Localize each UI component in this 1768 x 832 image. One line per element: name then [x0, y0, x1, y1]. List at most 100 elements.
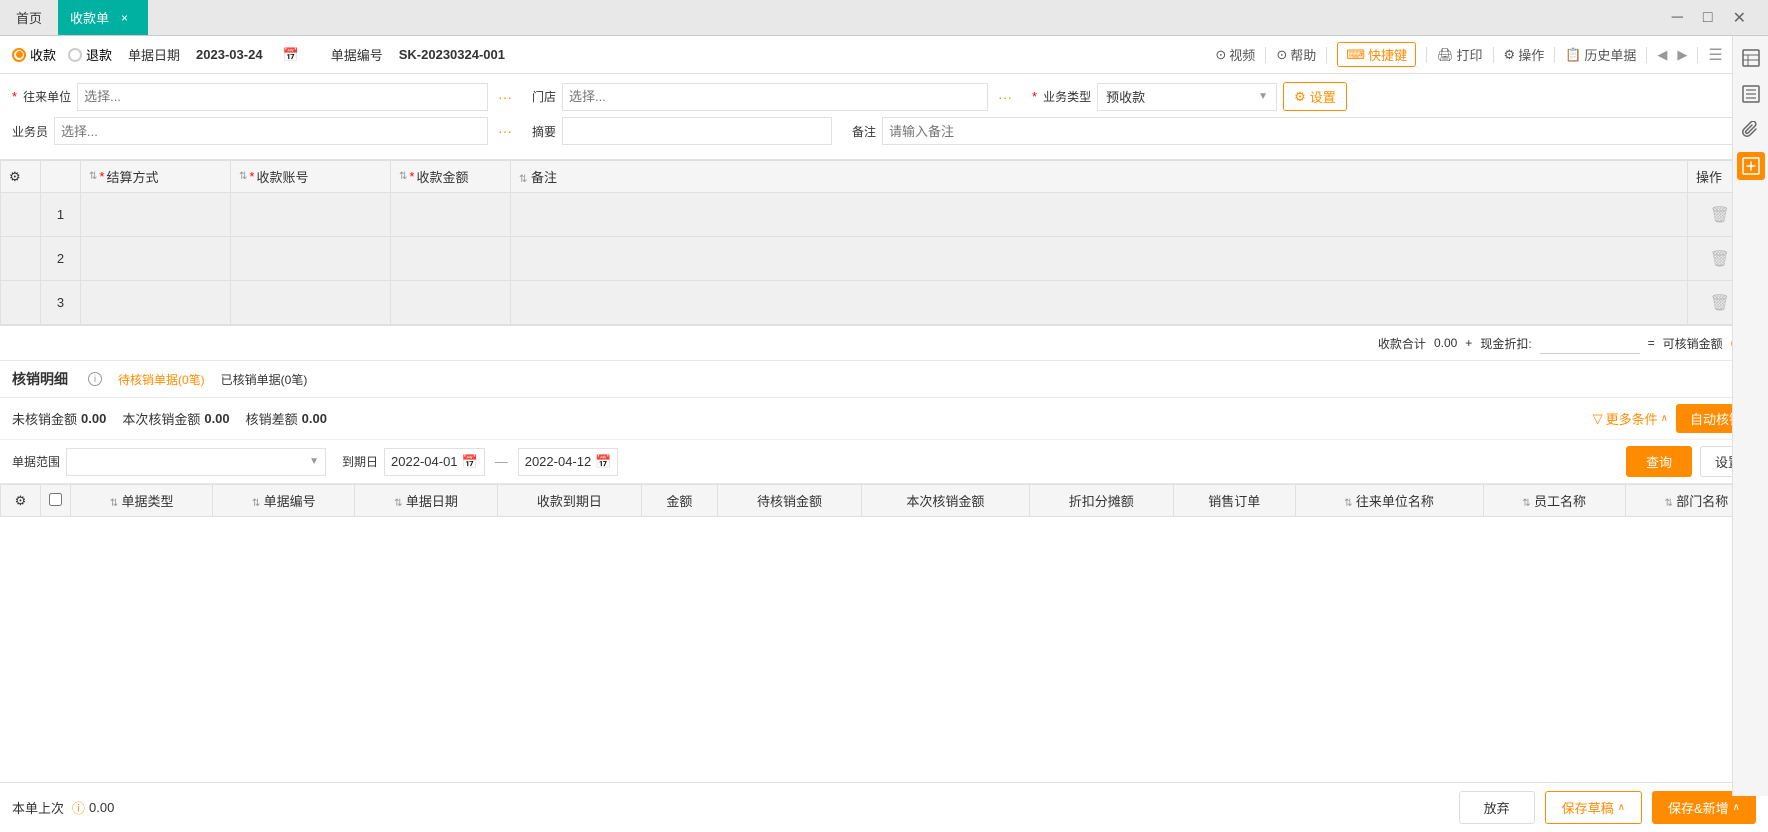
staff-input[interactable]: [54, 117, 488, 145]
summary-input[interactable]: [562, 117, 832, 145]
setting-gear-icon: ⚙: [1294, 89, 1306, 105]
doc-number-sort[interactable]: ⇅: [252, 498, 260, 509]
counterpart-input[interactable]: [77, 83, 488, 111]
row1-remark[interactable]: [511, 193, 1688, 237]
total-label: 收款合计: [1378, 335, 1426, 352]
row2-remark[interactable]: [511, 237, 1688, 281]
operation-btn[interactable]: ⚙ 操作: [1504, 45, 1545, 64]
calendar-icon[interactable]: 📅: [283, 47, 299, 63]
account-sort-icon[interactable]: ⇅: [239, 171, 247, 182]
row3-amount[interactable]: [391, 281, 511, 325]
counterpart-sort[interactable]: ⇅: [1344, 498, 1352, 509]
staff-sort[interactable]: ⇅: [1522, 498, 1530, 509]
verifiable-label: 可核销金额: [1663, 335, 1723, 352]
sidebar-expand-icon[interactable]: [1737, 152, 1765, 180]
row2-amount[interactable]: [391, 237, 511, 281]
select-all-checkbox[interactable]: [49, 493, 62, 506]
total-value: 0.00: [1434, 336, 1457, 350]
amount-sort-icon[interactable]: ⇅: [399, 171, 407, 182]
tab-active[interactable]: 收款单 ×: [58, 0, 148, 35]
row2-delete-icon[interactable]: 🗑: [1710, 249, 1730, 269]
radio-refund[interactable]: 退款: [68, 45, 112, 64]
row1-gear: [1, 193, 41, 237]
help-btn[interactable]: ⊙ 帮助: [1276, 45, 1316, 64]
tab-bar: 首页 收款单 × ─ □ ✕: [0, 0, 1768, 36]
tab-active-label: 收款单: [70, 8, 109, 27]
sidebar-table-icon[interactable]: [1737, 44, 1765, 72]
settle-sort-icon[interactable]: ⇅: [89, 171, 97, 182]
shortcut-btn[interactable]: ⌨ 快捷键: [1337, 42, 1416, 67]
current-stat: 本次核销金额 0.00: [122, 409, 229, 428]
doc-range-select[interactable]: ▼: [66, 448, 326, 476]
date-to-picker[interactable]: 2022-04-12 📅: [518, 448, 619, 476]
table-settings-header[interactable]: ⚙: [1, 161, 41, 193]
plus-sign: +: [1465, 336, 1472, 350]
row1-delete-icon[interactable]: 🗑: [1710, 205, 1730, 225]
staff-more-btn[interactable]: ···: [498, 123, 512, 139]
done-tab[interactable]: 已核销单据(0笔): [221, 371, 308, 388]
next-icon[interactable]: ▶: [1677, 47, 1687, 63]
bottom-info-icon[interactable]: ⓘ: [72, 798, 85, 817]
help-label: 帮助: [1290, 45, 1316, 64]
video-label: 视频: [1229, 45, 1255, 64]
calendar-from-icon: 📅: [462, 454, 478, 470]
save-new-arrow: ∧: [1733, 802, 1740, 813]
content-wrapper: 收款 退款 单据日期 2023-03-24 📅 单据编号 SK-20230324…: [0, 36, 1768, 832]
business-type-select[interactable]: 预收款 ▼: [1097, 83, 1277, 111]
row3-account[interactable]: [231, 281, 391, 325]
form-row-2: 业务员 ··· 摘要 备注: [12, 117, 1756, 145]
bottom-gear-header[interactable]: ⚙: [1, 485, 41, 517]
minimize-button[interactable]: ─: [1666, 7, 1689, 29]
counterpart-star: *: [12, 89, 17, 104]
history-btn[interactable]: 📋 历史单据: [1565, 45, 1636, 64]
radio-circle-refund: [68, 48, 82, 62]
date-from-picker[interactable]: 2022-04-01 📅: [384, 448, 485, 476]
summary-group: 摘要: [532, 117, 832, 145]
doc-type-sort[interactable]: ⇅: [110, 498, 118, 509]
remark-sort-icon[interactable]: ⇅: [519, 174, 527, 185]
print-btn[interactable]: 🖨 打印: [1437, 45, 1483, 64]
bottom-checkbox-header[interactable]: [41, 485, 71, 517]
setting-button[interactable]: ⚙ 设置: [1283, 82, 1347, 111]
radio-receive[interactable]: 收款: [12, 45, 56, 64]
store-group: 门店 ···: [532, 83, 1012, 111]
row1-settle[interactable]: [81, 193, 231, 237]
row3-delete-icon[interactable]: 🗑: [1710, 293, 1730, 313]
diff-label: 核销差额: [246, 409, 298, 428]
main-content: 收款 退款 单据日期 2023-03-24 📅 单据编号 SK-20230324…: [0, 36, 1768, 832]
dept-sort[interactable]: ⇅: [1664, 498, 1672, 509]
staff-label: 业务员: [12, 123, 48, 140]
list-view-icon[interactable]: ☰: [1708, 45, 1722, 65]
tab-close-icon[interactable]: ×: [117, 9, 132, 27]
video-btn[interactable]: ⊙ 视频: [1215, 45, 1255, 64]
remark-input[interactable]: [882, 117, 1756, 145]
tab-home[interactable]: 首页: [0, 0, 58, 35]
row3-remark[interactable]: [511, 281, 1688, 325]
pending-tab[interactable]: 待核销单据(0笔): [118, 371, 205, 388]
store-input[interactable]: [562, 83, 988, 111]
business-type-arrow: ▼: [1258, 91, 1268, 102]
prev-icon[interactable]: ◀: [1657, 47, 1667, 63]
section2-info-icon[interactable]: i: [88, 372, 102, 386]
table-gear-icon: ⚙: [9, 169, 21, 184]
doc-date-sort[interactable]: ⇅: [394, 498, 402, 509]
row2-account[interactable]: [231, 237, 391, 281]
close-button[interactable]: ✕: [1727, 6, 1752, 30]
maximize-button[interactable]: □: [1697, 7, 1719, 29]
doc-range-group: 单据范围 ▼: [12, 448, 326, 476]
table-row: 3 🗑 ⧉: [1, 281, 1768, 325]
current-label: 本次核销金额: [122, 409, 200, 428]
counterpart-more-btn[interactable]: ···: [498, 89, 512, 105]
discount-input[interactable]: [1540, 332, 1640, 354]
more-conditions-btn[interactable]: ▽ 更多条件 ∧: [1593, 409, 1668, 428]
row2-settle[interactable]: [81, 237, 231, 281]
row3-settle[interactable]: [81, 281, 231, 325]
store-more-btn[interactable]: ···: [998, 89, 1012, 105]
bottom-table-area[interactable]: ⚙ ⇅ 单据类型 ⇅ 单据编号 ⇅: [0, 484, 1768, 782]
row1-amount[interactable]: [391, 193, 511, 237]
sidebar-list-icon[interactable]: [1737, 80, 1765, 108]
row1-account[interactable]: [231, 193, 391, 237]
sidebar-attachment-icon[interactable]: [1737, 116, 1765, 144]
bottom-doc-type-header: ⇅ 单据类型: [71, 485, 213, 517]
query-button[interactable]: 查询: [1626, 446, 1692, 477]
